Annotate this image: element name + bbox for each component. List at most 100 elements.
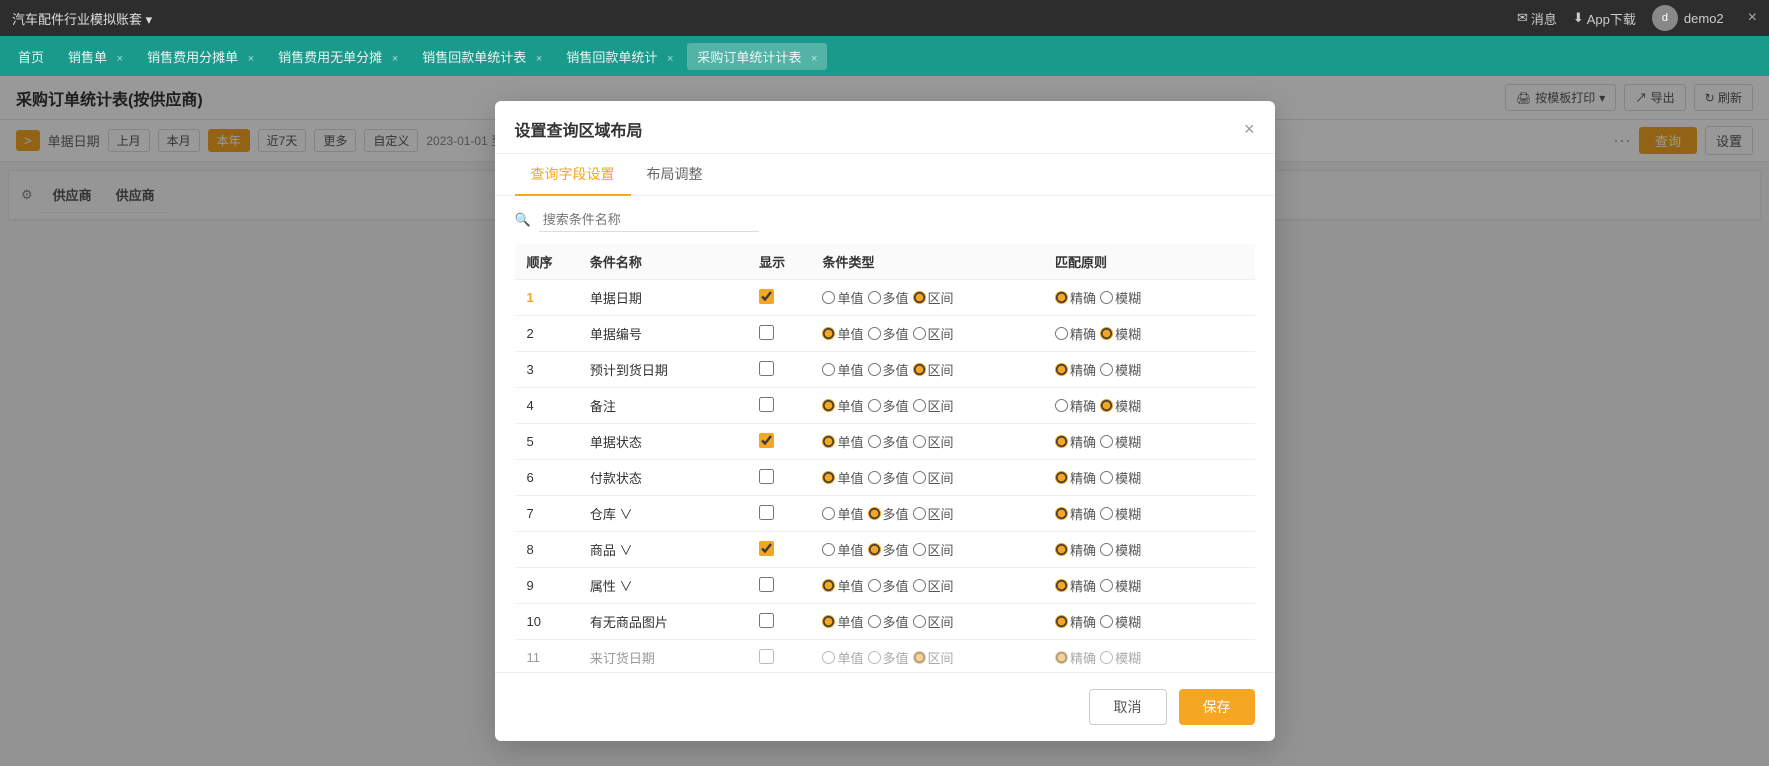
match-fuzzy-radio[interactable] [1100, 579, 1113, 592]
type-single-radio[interactable] [822, 615, 835, 628]
row-show-cell[interactable] [747, 352, 810, 388]
type-range-label[interactable]: 区间 [913, 504, 954, 523]
match-fuzzy-radio[interactable] [1100, 435, 1113, 448]
match-exact-radio[interactable] [1055, 579, 1068, 592]
type-single-label[interactable]: 单值 [822, 612, 863, 631]
match-fuzzy-radio[interactable] [1100, 507, 1113, 520]
nav-tab-close-3[interactable]: × [536, 53, 542, 65]
show-checkbox[interactable] [759, 361, 774, 376]
type-range-label[interactable]: 区间 [913, 432, 954, 451]
match-exact-label[interactable]: 精确 [1055, 288, 1096, 307]
match-fuzzy-label[interactable]: 模糊 [1100, 360, 1141, 379]
match-fuzzy-radio[interactable] [1100, 399, 1113, 412]
type-range-radio[interactable] [913, 291, 926, 304]
type-multi-radio[interactable] [868, 435, 881, 448]
type-range-label[interactable]: 区间 [913, 612, 954, 631]
type-multi-label[interactable]: 多值 [868, 288, 909, 307]
type-range-label[interactable]: 区间 [913, 288, 954, 307]
tab-layout-adjust[interactable]: 布局调整 [631, 154, 719, 196]
type-single-radio[interactable] [822, 291, 835, 304]
type-multi-label[interactable]: 多值 [868, 468, 909, 487]
match-exact-radio[interactable] [1055, 615, 1068, 628]
match-exact-radio[interactable] [1055, 291, 1068, 304]
type-range-label[interactable]: 区间 [913, 360, 954, 379]
match-exact-label[interactable]: 精确 [1055, 324, 1096, 343]
type-multi-label[interactable]: 多值 [868, 576, 909, 595]
type-multi-label[interactable]: 多值 [868, 612, 909, 631]
match-fuzzy-radio[interactable] [1100, 615, 1113, 628]
match-fuzzy-label[interactable]: 模糊 [1100, 324, 1141, 343]
app-download-btn[interactable]: ⬇ App下载 [1573, 9, 1636, 28]
show-checkbox[interactable] [759, 577, 774, 592]
row-show-cell[interactable] [747, 532, 810, 568]
match-fuzzy-label[interactable]: 模糊 [1100, 504, 1141, 523]
show-checkbox[interactable] [759, 505, 774, 520]
type-single-radio[interactable] [822, 327, 835, 340]
row-show-cell[interactable] [747, 604, 810, 640]
match-exact-label[interactable]: 精确 [1055, 396, 1096, 415]
type-multi-radio[interactable] [868, 363, 881, 376]
type-range-label[interactable]: 区间 [913, 468, 954, 487]
type-multi-label[interactable]: 多值 [868, 540, 909, 559]
type-multi-radio[interactable] [868, 543, 881, 556]
match-exact-label[interactable]: 精确 [1055, 612, 1096, 631]
row-show-cell[interactable] [747, 496, 810, 532]
type-multi-radio[interactable] [868, 471, 881, 484]
tab-query-fields[interactable]: 查询字段设置 [515, 154, 631, 196]
row-show-cell[interactable] [747, 424, 810, 460]
row-show-cell[interactable] [747, 388, 810, 424]
match-fuzzy-radio[interactable] [1100, 543, 1113, 556]
type-single-label[interactable]: 单值 [822, 324, 863, 343]
type-range-label[interactable]: 区间 [913, 648, 954, 667]
show-checkbox[interactable] [759, 649, 774, 664]
row-show-cell[interactable] [747, 280, 810, 316]
match-exact-radio[interactable] [1055, 327, 1068, 340]
nav-tab-sales-stat[interactable]: 销售回款单统计 × [556, 43, 683, 70]
type-multi-label[interactable]: 多值 [868, 360, 909, 379]
nav-tab-close-4[interactable]: × [667, 53, 673, 65]
show-checkbox[interactable] [759, 433, 774, 448]
type-multi-label[interactable]: 多值 [868, 432, 909, 451]
match-exact-radio[interactable] [1055, 507, 1068, 520]
type-multi-radio[interactable] [868, 579, 881, 592]
type-range-radio[interactable] [913, 507, 926, 520]
type-range-radio[interactable] [913, 543, 926, 556]
type-single-label[interactable]: 单值 [822, 360, 863, 379]
match-fuzzy-label[interactable]: 模糊 [1100, 432, 1141, 451]
type-single-label[interactable]: 单值 [822, 432, 863, 451]
type-multi-label[interactable]: 多值 [868, 648, 909, 667]
type-range-radio[interactable] [913, 651, 926, 664]
match-fuzzy-label[interactable]: 模糊 [1100, 540, 1141, 559]
match-exact-radio[interactable] [1055, 435, 1068, 448]
match-exact-radio[interactable] [1055, 363, 1068, 376]
nav-tab-sales-receipt[interactable]: 销售回款单统计表 × [412, 43, 552, 70]
type-multi-label[interactable]: 多值 [868, 324, 909, 343]
nav-tab-close-2[interactable]: × [392, 53, 398, 65]
match-exact-radio[interactable] [1055, 471, 1068, 484]
match-exact-label[interactable]: 精确 [1055, 540, 1096, 559]
match-exact-radio[interactable] [1055, 651, 1068, 664]
type-single-radio[interactable] [822, 471, 835, 484]
type-single-label[interactable]: 单值 [822, 648, 863, 667]
top-bar-close-btn[interactable]: × [1748, 9, 1757, 27]
type-multi-label[interactable]: 多值 [868, 396, 909, 415]
modal-close-btn[interactable]: × [1244, 119, 1255, 140]
match-fuzzy-radio[interactable] [1100, 651, 1113, 664]
match-fuzzy-label[interactable]: 模糊 [1100, 288, 1141, 307]
type-multi-radio[interactable] [868, 651, 881, 664]
match-fuzzy-radio[interactable] [1100, 327, 1113, 340]
type-range-label[interactable]: 区间 [913, 324, 954, 343]
type-range-radio[interactable] [913, 435, 926, 448]
show-checkbox[interactable] [759, 289, 774, 304]
match-fuzzy-label[interactable]: 模糊 [1100, 468, 1141, 487]
message-btn[interactable]: ✉ 消息 [1517, 9, 1557, 28]
type-multi-label[interactable]: 多值 [868, 504, 909, 523]
type-single-radio[interactable] [822, 651, 835, 664]
match-fuzzy-label[interactable]: 模糊 [1100, 648, 1141, 667]
match-exact-label[interactable]: 精确 [1055, 504, 1096, 523]
type-single-radio[interactable] [822, 543, 835, 556]
match-fuzzy-radio[interactable] [1100, 291, 1113, 304]
nav-tab-close-5[interactable]: × [811, 53, 817, 65]
nav-tab-sales-cost[interactable]: 销售费用分摊单 × [137, 43, 264, 70]
type-single-label[interactable]: 单值 [822, 396, 863, 415]
